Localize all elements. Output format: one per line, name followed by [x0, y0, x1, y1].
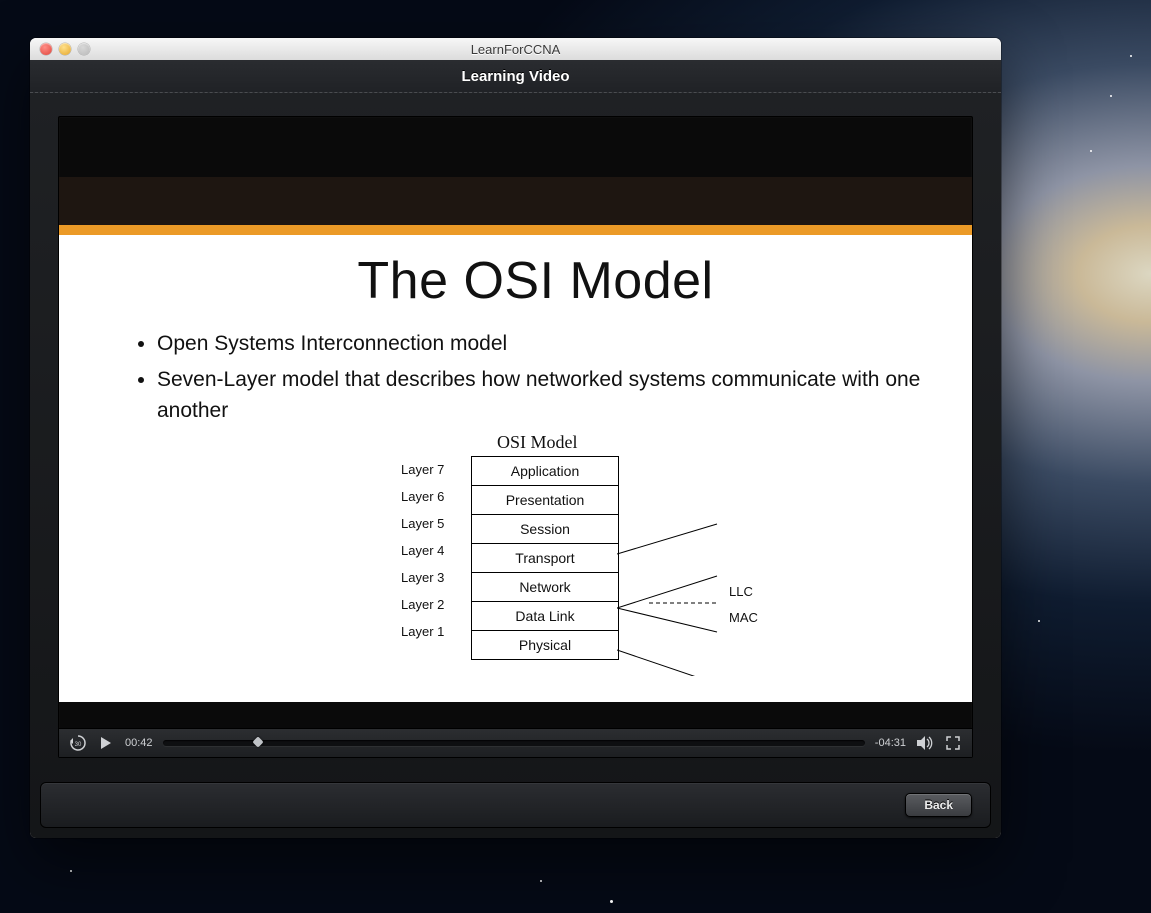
elapsed-time: 00:42: [125, 737, 153, 749]
rewind-30-icon[interactable]: 30: [69, 734, 87, 752]
video-player: The OSI Model Open Systems Interconnecti…: [58, 116, 973, 758]
bullet-item: Seven-Layer model that describes how net…: [157, 365, 932, 426]
seek-bar[interactable]: [163, 740, 865, 746]
layer-number: Layer 6: [401, 489, 444, 504]
layer-cell: Presentation: [472, 486, 619, 515]
slide-title: The OSI Model: [139, 251, 932, 311]
layer-number: Layer 3: [401, 570, 444, 585]
back-button[interactable]: Back: [905, 793, 972, 817]
seek-knob[interactable]: [252, 736, 263, 747]
app-content: Learning Video The OSI Model Open System…: [30, 60, 1001, 838]
layer-cell: Transport: [472, 544, 619, 573]
app-window: LearnForCCNA Learning Video The OSI Mode…: [30, 38, 1001, 838]
slide: The OSI Model Open Systems Interconnecti…: [59, 177, 972, 702]
slide-bullets: Open Systems Interconnection model Seven…: [139, 329, 932, 426]
layer-number: Layer 7: [401, 462, 444, 477]
remaining-time: -04:31: [875, 737, 906, 749]
layer-number: Layer 1: [401, 624, 444, 639]
diagram-caption: OSI Model: [497, 432, 578, 453]
slide-accent-bar: [59, 225, 972, 235]
play-icon[interactable]: [97, 734, 115, 752]
annotation-mac: MAC: [729, 610, 758, 625]
titlebar[interactable]: LearnForCCNA: [30, 38, 1001, 61]
osi-table: Application Presentation Session Transpo…: [471, 456, 619, 660]
video-frame[interactable]: The OSI Model Open Systems Interconnecti…: [59, 117, 972, 728]
layer-number: Layer 5: [401, 516, 444, 531]
video-controls: 30 00:42 -04:31: [59, 728, 972, 757]
layer-cell: Data Link: [472, 602, 619, 631]
page-title: Learning Video: [30, 60, 1001, 93]
layer-number: Layer 4: [401, 543, 444, 558]
bullet-item: Open Systems Interconnection model: [157, 329, 932, 359]
fullscreen-icon[interactable]: [944, 734, 962, 752]
svg-text:30: 30: [75, 742, 82, 748]
volume-icon[interactable]: [916, 734, 934, 752]
desktop-background: LearnForCCNA Learning Video The OSI Mode…: [0, 0, 1151, 913]
window-title: LearnForCCNA: [30, 42, 1001, 57]
slide-top-band: [59, 177, 972, 225]
layer-cell: Session: [472, 515, 619, 544]
annotation-llc: LLC: [729, 584, 753, 599]
diagram-lines-icon: [617, 456, 817, 676]
zoom-icon[interactable]: [78, 43, 90, 55]
layer-number: Layer 2: [401, 597, 444, 612]
traffic-lights: [30, 43, 90, 55]
close-icon[interactable]: [40, 43, 52, 55]
minimize-icon[interactable]: [59, 43, 71, 55]
layer-cell: Application: [472, 457, 619, 486]
layer-cell: Physical: [472, 631, 619, 660]
osi-diagram: OSI Model Layer 7 Layer 6 Layer 5 Layer …: [139, 432, 932, 692]
layer-cell: Network: [472, 573, 619, 602]
bottom-toolbar: Back: [40, 782, 991, 828]
